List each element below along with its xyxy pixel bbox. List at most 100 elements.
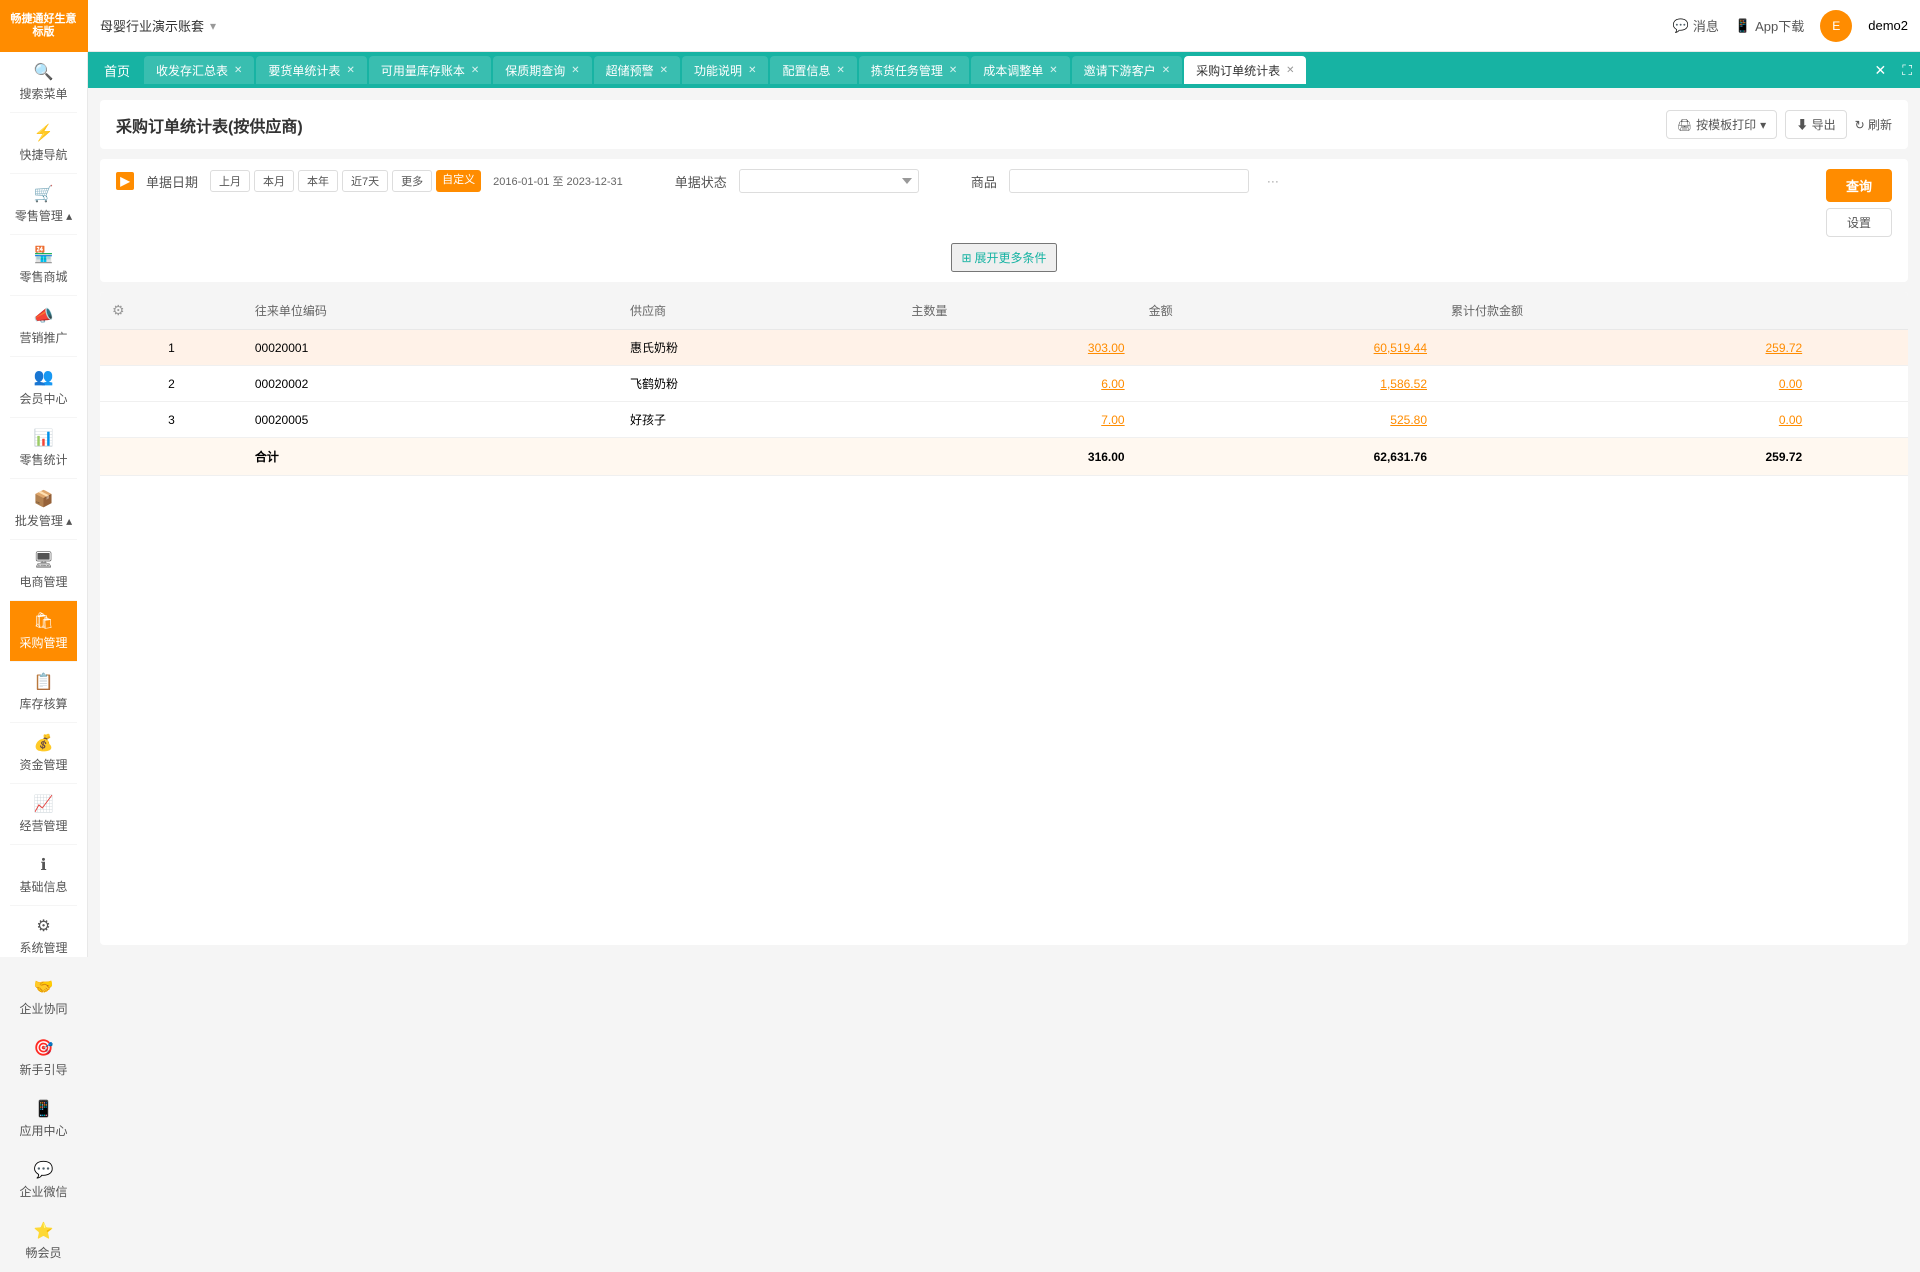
quantity-link-1[interactable]: 6.00 (1101, 377, 1124, 391)
btn-more-date[interactable]: 更多 (392, 170, 432, 192)
expand-more-icon: ⊞ (961, 251, 971, 265)
sidebar-item-资金管理[interactable]: 💰资金管理 (10, 723, 77, 784)
amount-link-1[interactable]: 1,586.52 (1380, 377, 1427, 391)
tab-10[interactable]: 邀请下游客户 ✕ (1072, 56, 1182, 84)
topbar-message[interactable]: 💬 消息 (1673, 16, 1719, 35)
paid-link-1[interactable]: 0.00 (1779, 377, 1802, 391)
tab-close-all[interactable]: ✕ (1870, 60, 1890, 81)
tab-4[interactable]: 保质期查询✕ (493, 56, 591, 84)
sidebar-item-新手引导[interactable]: 🎯新手引导 (10, 1028, 77, 1089)
btn-last-month[interactable]: 上月 (210, 170, 250, 192)
cell-amount-0: 60,519.44 (1137, 330, 1439, 366)
tab-close-6[interactable]: ✕ (748, 65, 756, 76)
sidebar-item-库存核算[interactable]: 📋库存核算 (10, 662, 77, 723)
sidebar-item-零售管理[interactable]: 🛒零售管理 ▴ (10, 174, 77, 235)
tab-6[interactable]: 功能说明✕ (682, 56, 768, 84)
tab-8[interactable]: 拣货任务管理✕ (859, 56, 969, 84)
tab-close-4[interactable]: ✕ (571, 65, 579, 76)
sidebar-item-营销推广[interactable]: 📣营销推广 (10, 296, 77, 357)
tab-11[interactable]: 采购订单统计表 ✕ (1184, 56, 1306, 84)
btn-this-year[interactable]: 本年 (298, 170, 338, 192)
tab-close-8[interactable]: ✕ (949, 65, 957, 76)
tab-close-5[interactable]: ✕ (660, 65, 668, 76)
tab-label-11: 采购订单统计表 (1196, 62, 1280, 79)
table-row[interactable]: 3 00020005 好孩子 7.00 525.80 0.00 (100, 402, 1908, 438)
topbar-dropdown-icon[interactable]: ▾ (210, 19, 216, 33)
table-row[interactable]: 2 00020002 飞鹤奶粉 6.00 1,586.52 0.00 (100, 366, 1908, 402)
tab-0[interactable]: 首页 (92, 56, 142, 84)
message-icon: 💬 (1673, 18, 1689, 34)
cell-amount-2: 525.80 (1137, 402, 1439, 438)
tab-2[interactable]: 要货单统计表✕ (256, 56, 366, 84)
expand-icon[interactable]: ▶ (116, 172, 134, 190)
table-row[interactable]: 1 00020001 惠氏奶粉 303.00 60,519.44 259.72 (100, 330, 1908, 366)
btn-query[interactable]: 查询 (1826, 169, 1892, 202)
message-label: 消息 (1693, 16, 1719, 35)
menu-icon-14: ⚙ (36, 916, 50, 936)
amount-link-0[interactable]: 60,519.44 (1374, 341, 1427, 355)
cell-supplier-0: 惠氏奶粉 (618, 330, 899, 366)
sidebar-item-采购管理[interactable]: 🛍采购管理 (10, 601, 77, 662)
btn-last-7-days[interactable]: 近7天 (342, 170, 388, 192)
sidebar-item-快捷导航[interactable]: ⚡快捷导航 (10, 113, 77, 174)
tab-close-9[interactable]: ✕ (1049, 65, 1057, 76)
menu-label-19: 畅会员 (25, 1244, 61, 1261)
menu-label-3: 零售商城 (19, 268, 67, 285)
username[interactable]: demo2 (1868, 18, 1908, 33)
user-avatar[interactable]: E (1820, 10, 1852, 42)
sidebar-item-系统管理[interactable]: ⚙系统管理 (10, 906, 77, 967)
quantity-link-2[interactable]: 7.00 (1101, 413, 1124, 427)
sidebar-item-电商管理[interactable]: 🖥电商管理 (10, 540, 77, 601)
tab-close-3[interactable]: ✕ (471, 65, 479, 76)
paid-link-2[interactable]: 0.00 (1779, 413, 1802, 427)
tab-close-2[interactable]: ✕ (346, 65, 354, 76)
tab-label-10: 邀请下游客户 (1084, 62, 1156, 79)
table-area: ⚙ 往来单位编码 供应商 主数量 金额 累计付款金额 1 00020001 惠氏… (100, 292, 1908, 945)
tab-label-3: 可用量库存账本 (381, 62, 465, 79)
sidebar-item-畅会员[interactable]: ⭐畅会员 (10, 1211, 77, 1272)
btn-settings[interactable]: 设置 (1826, 208, 1892, 237)
cell-code-2: 00020005 (243, 402, 618, 438)
col-code: 往来单位编码 (243, 292, 618, 330)
goods-ellipsis[interactable]: ··· (1261, 174, 1285, 188)
sidebar-item-批发管理[interactable]: 📦批发管理 ▴ (10, 479, 77, 540)
tab-7[interactable]: 配置信息✕ (770, 56, 856, 84)
tab-close-10[interactable]: ✕ (1162, 65, 1170, 76)
tab-close-1[interactable]: ✕ (234, 65, 242, 76)
footer-quantity: 316.00 (899, 438, 1136, 476)
tab-3[interactable]: 可用量库存账本 ✕ (369, 56, 491, 84)
sidebar-item-应用中心[interactable]: 📱应用中心 (10, 1089, 77, 1150)
btn-this-month[interactable]: 本月 (254, 170, 294, 192)
tab-5[interactable]: 超储预警✕ (594, 56, 680, 84)
menu-icon-15: 🤝 (34, 977, 54, 997)
sidebar-item-企业微信[interactable]: 💬企业微信 (10, 1150, 77, 1211)
sidebar-item-搜索菜单[interactable]: 🔍搜索菜单 (10, 52, 77, 113)
btn-print[interactable]: 🖨 按模板打印 ▾ (1666, 110, 1777, 139)
footer-amount: 62,631.76 (1137, 438, 1439, 476)
cell-paid-2: 0.00 (1439, 402, 1814, 438)
amount-link-2[interactable]: 525.80 (1390, 413, 1427, 427)
col-supplier: 供应商 (618, 292, 899, 330)
tab-1[interactable]: 收发存汇总表✕ (144, 56, 254, 84)
tab-maximize[interactable]: ⛶ (1898, 60, 1916, 81)
quantity-link-0[interactable]: 303.00 (1088, 341, 1125, 355)
btn-export[interactable]: ⬇ 导出 (1785, 110, 1846, 139)
sidebar-item-企业协同[interactable]: 🤝企业协同 (10, 967, 77, 1028)
tab-9[interactable]: 成本调整单✕ (971, 56, 1069, 84)
tab-close-11[interactable]: ✕ (1286, 65, 1294, 76)
cell-supplier-1: 飞鹤奶粉 (618, 366, 899, 402)
goods-input[interactable] (1009, 169, 1249, 193)
paid-link-0[interactable]: 259.72 (1765, 341, 1802, 355)
sidebar-item-会员中心[interactable]: 👥会员中心 (10, 357, 77, 418)
btn-expand-more[interactable]: ⊞ 展开更多条件 (951, 243, 1056, 272)
topbar-app-download[interactable]: 📱 App下载 (1735, 16, 1804, 35)
col-settings-icon[interactable]: ⚙ (112, 302, 125, 318)
col-quantity: 主数量 (899, 292, 1136, 330)
sidebar-item-零售统计[interactable]: 📊零售统计 (10, 418, 77, 479)
btn-refresh[interactable]: ↻ 刷新 (1855, 116, 1892, 133)
status-select[interactable] (739, 169, 919, 193)
sidebar-item-基础信息[interactable]: ℹ基础信息 (10, 845, 77, 906)
sidebar-item-经营管理[interactable]: 📈经营管理 (10, 784, 77, 845)
tab-close-7[interactable]: ✕ (836, 65, 844, 76)
sidebar-item-零售商城[interactable]: 🏪零售商城 (10, 235, 77, 296)
